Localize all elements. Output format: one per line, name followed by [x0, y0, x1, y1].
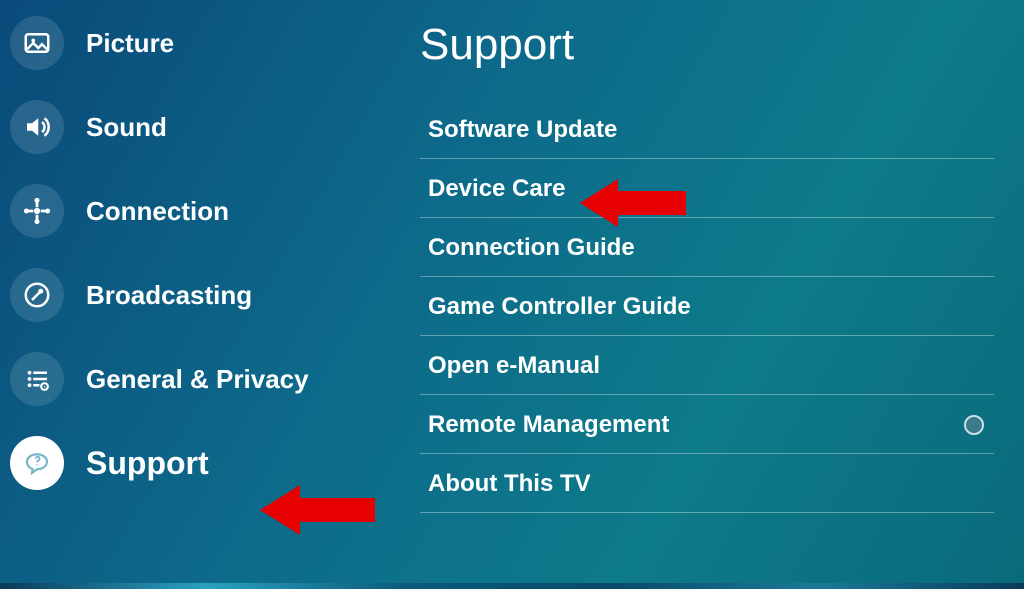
picture-icon: [10, 16, 64, 70]
menu-item-game-controller-guide[interactable]: Game Controller Guide: [420, 277, 994, 336]
sidebar-item-picture[interactable]: Picture: [10, 10, 370, 76]
sidebar-item-sound[interactable]: Sound: [10, 94, 370, 160]
sidebar-item-connection[interactable]: Connection: [10, 178, 370, 244]
sidebar-item-label: Broadcasting: [86, 280, 252, 311]
main-panel: Support Software Update Device Care Conn…: [370, 0, 1024, 589]
menu-item-label: Game Controller Guide: [428, 293, 691, 321]
sidebar-item-broadcasting[interactable]: Broadcasting: [10, 262, 370, 328]
menu-item-label: Software Update: [428, 116, 617, 144]
menu-item-open-emanual[interactable]: Open e-Manual: [420, 336, 994, 395]
sidebar-item-support[interactable]: Support: [10, 430, 370, 496]
support-icon: [10, 436, 64, 490]
sidebar-item-label: General & Privacy: [86, 364, 309, 395]
support-menu-list: Software Update Device Care Connection G…: [420, 100, 994, 513]
menu-item-label: Device Care: [428, 175, 565, 203]
sidebar-item-label: Picture: [86, 28, 174, 59]
broadcasting-icon: [10, 268, 64, 322]
settings-sidebar: Picture Sound Connection: [0, 0, 370, 589]
radio-indicator-icon: [964, 415, 984, 435]
settings-icon: [10, 352, 64, 406]
bottom-accent-bar: [0, 583, 1024, 589]
menu-item-software-update[interactable]: Software Update: [420, 100, 994, 159]
sidebar-item-general-privacy[interactable]: General & Privacy: [10, 346, 370, 412]
menu-item-label: Connection Guide: [428, 234, 635, 262]
menu-item-label: About This TV: [428, 470, 591, 498]
menu-item-connection-guide[interactable]: Connection Guide: [420, 218, 994, 277]
sidebar-item-label: Sound: [86, 112, 167, 143]
page-title: Support: [420, 20, 994, 70]
sidebar-item-label: Connection: [86, 196, 229, 227]
menu-item-remote-management[interactable]: Remote Management: [420, 395, 994, 454]
menu-item-label: Open e-Manual: [428, 352, 600, 380]
connection-icon: [10, 184, 64, 238]
sidebar-item-label: Support: [86, 445, 209, 482]
menu-item-about-this-tv[interactable]: About This TV: [420, 454, 994, 513]
sound-icon: [10, 100, 64, 154]
menu-item-label: Remote Management: [428, 411, 669, 439]
menu-item-device-care[interactable]: Device Care: [420, 159, 994, 218]
